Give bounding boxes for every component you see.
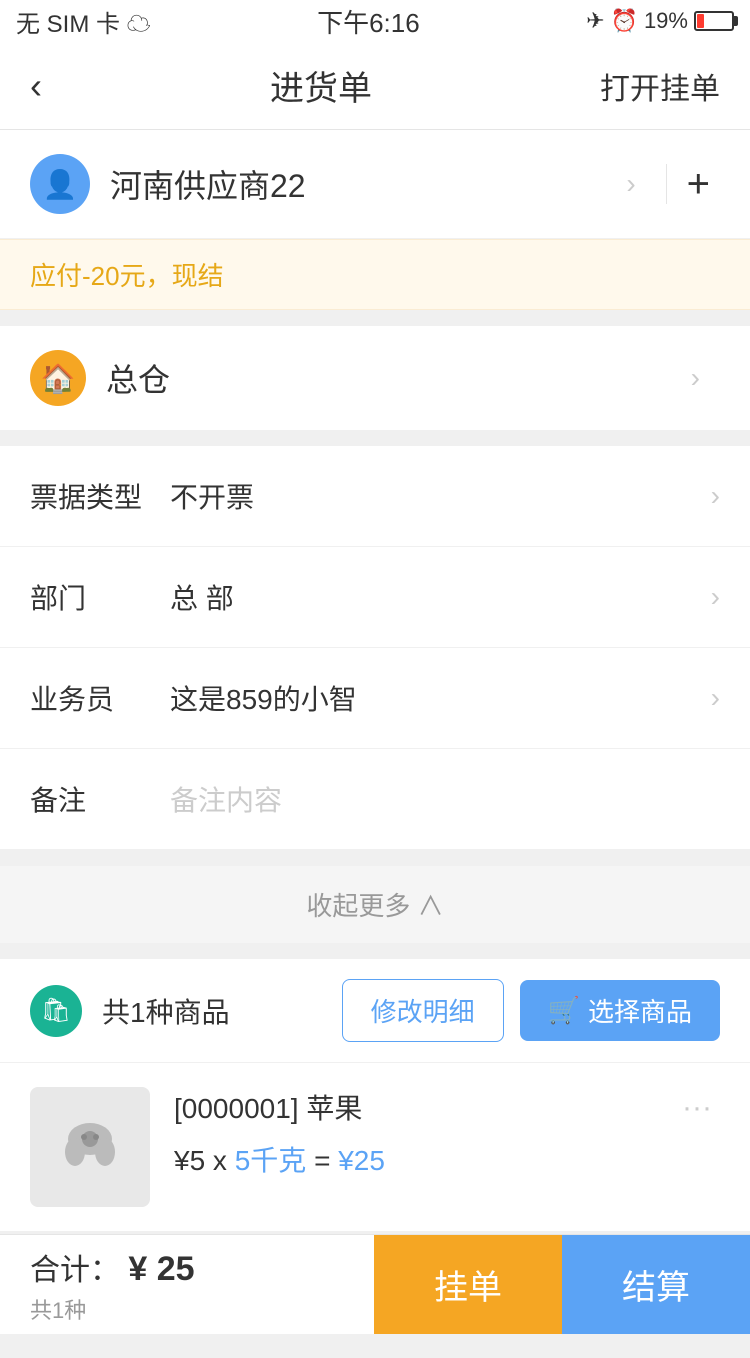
page-title: 进货单 [270,61,372,110]
department-label: 部门 [30,577,170,617]
products-header: 🛍 共1种商品 修改明细 🛒 选择商品 [0,959,750,1063]
status-right: ✈ ⏰ 19% [586,8,734,34]
salesperson-value: 这是859的小智 [170,678,711,718]
total-sub: 共1种 [30,1293,86,1325]
products-count: 共1种商品 [102,991,342,1031]
department-chevron-icon: › [711,581,720,613]
product-code: [0000001] [174,1093,306,1124]
product-info: [0000001] 苹果 ¥5 x 5千克 = ¥25 [174,1087,674,1179]
remark-row[interactable]: 备注 备注内容 [0,749,750,850]
sim-status: 无 SIM 卡 ☁ [16,4,151,39]
supplier-chevron-icon: › [626,168,635,200]
product-qty: 5千克 [235,1145,307,1176]
product-logo-icon [55,1117,125,1177]
product-title: 苹果 [306,1093,362,1124]
salesperson-label: 业务员 [30,678,170,718]
products-icon: 🛍 [30,985,82,1037]
collapse-label: 收起更多 ∧ [306,886,443,923]
remark-placeholder: 备注内容 [170,779,720,819]
unit-price: ¥5 x [174,1145,235,1176]
status-bar: 无 SIM 卡 ☁ 下午6:16 ✈ ⏰ 19% [0,0,750,42]
form-section: 票据类型 不开票 › 部门 总 部 › 业务员 这是859的小智 › 备注 备注… [0,446,750,850]
invoice-chevron-icon: › [711,480,720,512]
product-price: ¥5 x 5千克 = ¥25 [174,1139,674,1179]
main-content: 👤 河南供应商22 › + 应付-20元，现结 🏠 总仓 › 票据类型 不开票 … [0,130,750,1358]
product-item: [0000001] 苹果 ¥5 x 5千克 = ¥25 ··· [0,1063,750,1232]
supplier-avatar: 👤 [30,154,90,214]
product-thumbnail [30,1087,150,1207]
hang-button[interactable]: 挂单 [374,1235,562,1334]
select-product-label: 选择商品 [588,992,692,1029]
battery-percent: 19% [644,8,688,34]
remark-label: 备注 [30,779,170,819]
product-more-button[interactable]: ··· [674,1087,720,1129]
product-name: [0000001] 苹果 [174,1087,674,1127]
settle-button[interactable]: 结算 [562,1235,750,1334]
status-left: 无 SIM 卡 ☁ [16,4,151,39]
total-amount: ¥ 25 [128,1250,194,1288]
invoice-row[interactable]: 票据类型 不开票 › [0,446,750,547]
nav-bar: ‹ 进货单 打开挂单 [0,42,750,130]
location-icon: ✈ [586,8,604,34]
status-time: 下午6:16 [317,3,420,40]
equals: = [314,1145,338,1176]
invoice-label: 票据类型 [30,476,170,516]
add-supplier-button[interactable]: + [677,162,720,207]
department-row[interactable]: 部门 总 部 › [0,547,750,648]
supplier-row[interactable]: 👤 河南供应商22 › + [0,130,750,239]
product-total: ¥25 [338,1145,385,1176]
salesperson-chevron-icon: › [711,682,720,714]
avatar-icon: 👤 [43,168,78,201]
collapse-button[interactable]: 收起更多 ∧ [0,866,750,943]
bag-icon: 🛍 [41,996,71,1025]
warehouse-icon: 🏠 [30,350,86,406]
divider [666,164,667,204]
bottom-bar: 合计： ¥ 25 共1种 挂单 结算 [0,1234,750,1334]
cart-icon: 🛒 [548,995,580,1026]
invoice-value: 不开票 [170,476,711,516]
warehouse-section: 🏠 总仓 › [0,326,750,430]
total-main: 合计： ¥ 25 [30,1245,195,1289]
salesperson-row[interactable]: 业务员 这是859的小智 › [0,648,750,749]
warehouse-chevron-icon: › [691,362,700,394]
edit-detail-button[interactable]: 修改明细 [342,979,504,1042]
back-button[interactable]: ‹ [30,65,42,107]
bottom-total: 合计： ¥ 25 共1种 [0,1235,374,1334]
supplier-section: 👤 河南供应商22 › + 应付-20元，现结 [0,130,750,310]
select-product-button[interactable]: 🛒 选择商品 [520,980,720,1041]
open-hang-button[interactable]: 打开挂单 [600,64,720,108]
warehouse-row[interactable]: 🏠 总仓 › [0,326,750,430]
supplier-name: 河南供应商22 [110,161,606,207]
warehouse-name: 总仓 [106,355,671,401]
total-label: 合计： [30,1254,120,1287]
alarm-icon: ⏰ [611,8,638,34]
department-value: 总 部 [170,577,711,617]
notice-bar: 应付-20元，现结 [0,239,750,310]
house-icon: 🏠 [41,362,76,395]
battery-icon [694,11,734,31]
products-section: 🛍 共1种商品 修改明细 🛒 选择商品 [0,959,750,1232]
